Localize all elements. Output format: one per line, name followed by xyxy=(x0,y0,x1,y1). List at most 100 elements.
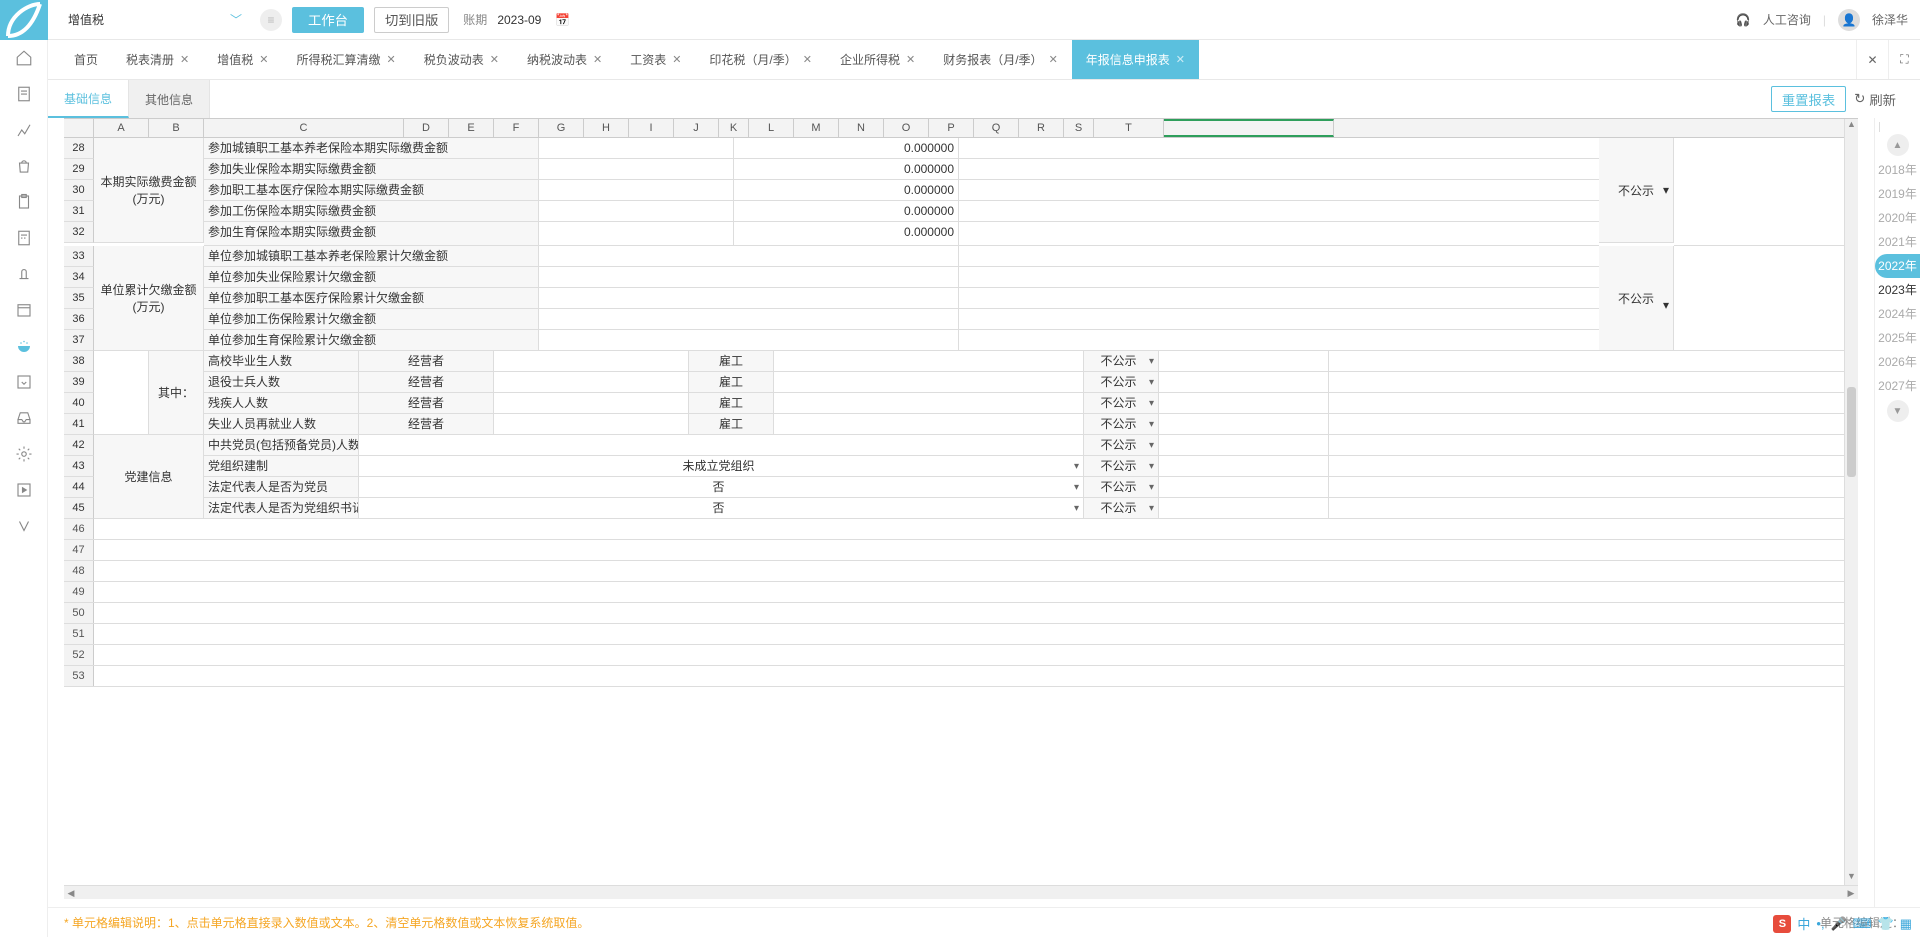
cell[interactable] xyxy=(94,540,1324,560)
cell[interactable] xyxy=(539,138,734,158)
cell[interactable] xyxy=(494,393,689,413)
tab-10[interactable]: 年报信息申报表✕ xyxy=(1072,40,1199,79)
display-dropdown[interactable]: 不公示 ▾ xyxy=(1599,138,1674,243)
cell[interactable] xyxy=(1159,414,1329,434)
cell[interactable] xyxy=(539,180,734,200)
cell[interactable] xyxy=(94,519,1324,539)
nav-play-icon[interactable] xyxy=(0,472,48,508)
cell[interactable] xyxy=(94,666,1324,686)
col-header[interactable]: P xyxy=(929,119,974,137)
tab-close-icon[interactable]: ✕ xyxy=(490,53,499,66)
ime-punct-icon[interactable]: •, xyxy=(1816,916,1824,931)
row-header[interactable]: 49 xyxy=(64,582,94,602)
ime-mic-icon[interactable]: 🎤 xyxy=(1831,916,1847,932)
col-header[interactable]: L xyxy=(749,119,794,137)
cell[interactable]: 0.000000 xyxy=(734,180,959,200)
scroll-up-icon[interactable]: ▲ xyxy=(1845,119,1858,133)
cell[interactable] xyxy=(1159,456,1329,476)
cell[interactable]: 不公示 xyxy=(1084,372,1159,392)
cell[interactable] xyxy=(94,603,1324,623)
nav-stamp-icon[interactable] xyxy=(0,256,48,292)
cell[interactable] xyxy=(94,624,1324,644)
cell[interactable] xyxy=(1159,393,1329,413)
year-option[interactable]: 2025年 xyxy=(1875,326,1920,350)
col-header[interactable]: G xyxy=(539,119,584,137)
nav-v-icon[interactable] xyxy=(0,508,48,544)
col-header[interactable]: D xyxy=(404,119,449,137)
tab-close-icon[interactable]: ✕ xyxy=(906,53,915,66)
nav-home-icon[interactable] xyxy=(0,40,48,76)
doc-toggle-icon[interactable]: ≡ xyxy=(260,9,282,31)
cell[interactable]: 否 xyxy=(359,498,1084,518)
cell[interactable]: 0.000000 xyxy=(734,201,959,221)
nav-settings-icon[interactable] xyxy=(0,436,48,472)
row-header[interactable]: 52 xyxy=(64,645,94,665)
cell[interactable] xyxy=(539,330,959,350)
cell[interactable]: 雇工 xyxy=(689,351,774,371)
nav-archive-icon[interactable] xyxy=(0,364,48,400)
ime-skin-icon[interactable]: 👕 xyxy=(1878,916,1894,932)
cell[interactable]: 参加生育保险本期实际缴费金额 xyxy=(204,222,539,245)
period-value[interactable]: 2023-09 xyxy=(497,13,541,27)
tab-close-icon[interactable]: ✕ xyxy=(387,53,396,66)
cell[interactable]: 经营者 xyxy=(359,414,494,434)
scroll-right-icon[interactable]: ▶ xyxy=(1844,886,1858,899)
tab-close-all[interactable]: ✕ xyxy=(1856,40,1888,79)
cell[interactable] xyxy=(539,309,959,329)
cell[interactable] xyxy=(94,561,1324,581)
cell[interactable]: 参加失业保险本期实际缴费金额 xyxy=(204,159,539,179)
cell[interactable]: 不公示 xyxy=(1084,498,1159,518)
nav-bag-icon[interactable] xyxy=(0,148,48,184)
cell[interactable] xyxy=(539,159,734,179)
cell[interactable] xyxy=(539,222,734,245)
col-header[interactable]: F xyxy=(494,119,539,137)
subtab-other[interactable]: 其他信息 xyxy=(129,80,210,118)
col-header[interactable]: M xyxy=(794,119,839,137)
cell[interactable] xyxy=(1159,498,1329,518)
cell[interactable]: 0.000000 xyxy=(734,222,959,245)
cell[interactable]: 0.000000 xyxy=(734,138,959,158)
cell[interactable] xyxy=(774,351,1084,371)
tab-2[interactable]: 增值税✕ xyxy=(203,40,282,79)
cell[interactable]: 单位参加职工基本医疗保险累计欠缴金额 xyxy=(204,288,539,308)
cell[interactable] xyxy=(774,372,1084,392)
tab-close-icon[interactable]: ✕ xyxy=(593,53,602,66)
vertical-scrollbar[interactable]: ▲ ▼ xyxy=(1844,119,1858,885)
year-option[interactable]: 2022年 xyxy=(1875,254,1920,278)
col-header[interactable]: S xyxy=(1064,119,1094,137)
cell[interactable]: 高校毕业生人数 xyxy=(204,351,359,371)
cell[interactable] xyxy=(539,246,959,266)
tab-6[interactable]: 工资表✕ xyxy=(616,40,695,79)
col-header[interactable]: K xyxy=(719,119,749,137)
nav-bowl-icon[interactable] xyxy=(0,328,48,364)
cell[interactable] xyxy=(1159,435,1329,455)
tab-close-icon[interactable]: ✕ xyxy=(1049,53,1058,66)
year-up-icon[interactable]: ▲ xyxy=(1887,134,1909,156)
cell[interactable]: 否 xyxy=(359,477,1084,497)
cell[interactable]: 不公示 xyxy=(1084,435,1159,455)
cell[interactable] xyxy=(494,351,689,371)
tab-7[interactable]: 印花税（月/季）✕ xyxy=(695,40,826,79)
col-header[interactable]: T xyxy=(1094,119,1164,137)
scroll-down-icon[interactable]: ▼ xyxy=(1845,871,1858,885)
refresh-button[interactable]: ↻刷新 xyxy=(1846,86,1904,112)
consult-link[interactable]: 人工咨询 xyxy=(1763,11,1811,28)
tab-9[interactable]: 财务报表（月/季）✕ xyxy=(929,40,1072,79)
tab-3[interactable]: 所得税汇算清缴✕ xyxy=(282,40,409,79)
cell[interactable]: 经营者 xyxy=(359,393,494,413)
cell[interactable]: 经营者 xyxy=(359,372,494,392)
col-header[interactable]: A xyxy=(94,119,149,137)
cell[interactable] xyxy=(494,414,689,434)
ime-toolbox-icon[interactable]: ▦ xyxy=(1900,916,1912,932)
switch-old-button[interactable]: 切到旧版 xyxy=(374,7,449,33)
nav-chart-icon[interactable] xyxy=(0,112,48,148)
tab-expand[interactable]: ⛶ xyxy=(1888,40,1920,79)
year-option[interactable]: 2018年 xyxy=(1875,158,1920,182)
horizontal-scrollbar[interactable]: ◀ ▶ xyxy=(64,885,1858,899)
row-header[interactable]: 47 xyxy=(64,540,94,560)
tab-8[interactable]: 企业所得税✕ xyxy=(826,40,929,79)
cell[interactable] xyxy=(774,393,1084,413)
cell[interactable]: 法定代表人是否为党组织书记 xyxy=(204,498,359,518)
scroll-left-icon[interactable]: ◀ xyxy=(64,886,78,899)
cell[interactable]: 中共党员(包括预备党员)人数 xyxy=(204,435,359,455)
